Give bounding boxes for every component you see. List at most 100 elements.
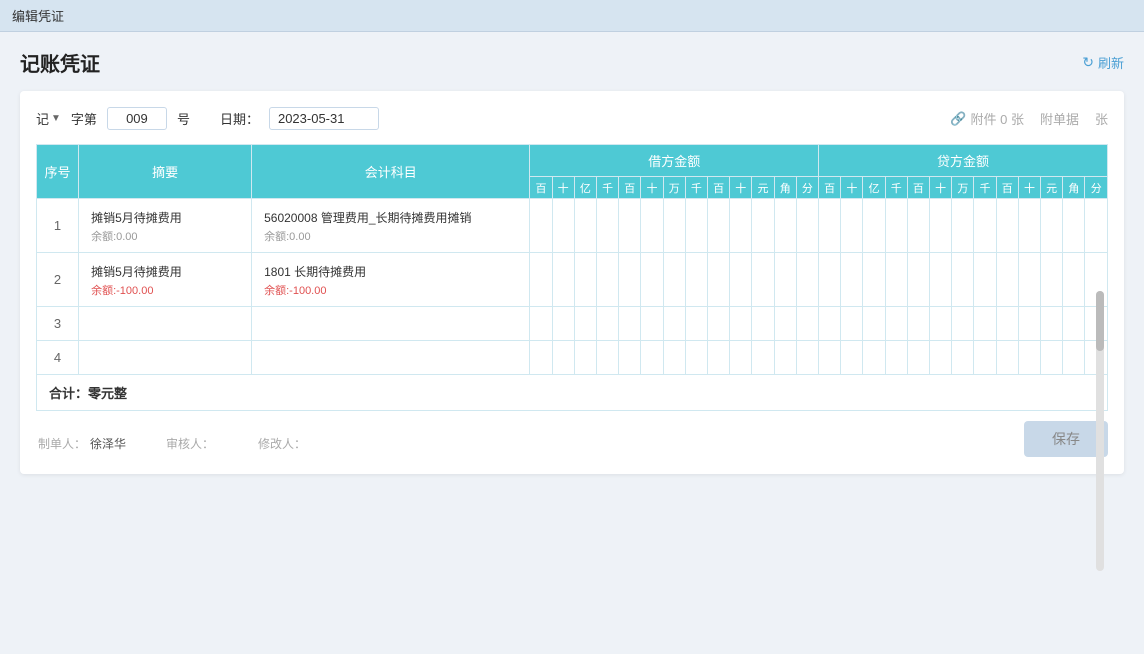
debit-digit-12[interactable] bbox=[796, 341, 818, 375]
credit-digit-2[interactable] bbox=[863, 307, 885, 341]
row-account[interactable]: 1801 长期待摊费用余额:-100.00 bbox=[252, 253, 530, 307]
credit-digit-6[interactable] bbox=[952, 341, 974, 375]
debit-digit-10[interactable] bbox=[752, 253, 774, 307]
attach-single-label[interactable]: 附单据 bbox=[1040, 109, 1079, 128]
credit-digit-5[interactable] bbox=[930, 341, 952, 375]
credit-digit-10[interactable] bbox=[1041, 199, 1063, 253]
credit-digit-11[interactable] bbox=[1063, 199, 1085, 253]
debit-digit-4[interactable] bbox=[619, 341, 641, 375]
voucher-number-input[interactable] bbox=[107, 107, 167, 130]
debit-digit-1[interactable] bbox=[552, 199, 574, 253]
credit-digit-0[interactable] bbox=[819, 199, 841, 253]
row-account[interactable] bbox=[252, 307, 530, 341]
scrollbar-thumb[interactable] bbox=[1096, 291, 1104, 351]
credit-digit-0[interactable] bbox=[819, 253, 841, 307]
credit-digit-8[interactable] bbox=[996, 253, 1018, 307]
debit-digit-0[interactable] bbox=[530, 253, 552, 307]
debit-digit-10[interactable] bbox=[752, 199, 774, 253]
credit-digit-6[interactable] bbox=[952, 199, 974, 253]
debit-digit-8[interactable] bbox=[708, 199, 730, 253]
debit-digit-6[interactable] bbox=[663, 307, 685, 341]
attachment-link[interactable]: 🔗 附件 0 张 bbox=[950, 109, 1024, 128]
refresh-button[interactable]: ↻ 刷新 bbox=[1082, 53, 1124, 72]
credit-digit-7[interactable] bbox=[974, 253, 996, 307]
credit-digit-1[interactable] bbox=[841, 199, 863, 253]
debit-digit-12[interactable] bbox=[796, 199, 818, 253]
credit-digit-8[interactable] bbox=[996, 341, 1018, 375]
credit-digit-4[interactable] bbox=[907, 307, 929, 341]
debit-digit-8[interactable] bbox=[708, 307, 730, 341]
row-summary[interactable] bbox=[79, 307, 252, 341]
debit-digit-11[interactable] bbox=[774, 341, 796, 375]
credit-digit-9[interactable] bbox=[1018, 253, 1040, 307]
debit-digit-2[interactable] bbox=[574, 341, 596, 375]
debit-digit-7[interactable] bbox=[685, 253, 707, 307]
credit-digit-5[interactable] bbox=[930, 199, 952, 253]
debit-digit-3[interactable] bbox=[596, 341, 618, 375]
debit-digit-1[interactable] bbox=[552, 307, 574, 341]
debit-digit-5[interactable] bbox=[641, 341, 663, 375]
debit-digit-9[interactable] bbox=[730, 199, 752, 253]
debit-digit-9[interactable] bbox=[730, 253, 752, 307]
debit-digit-7[interactable] bbox=[685, 341, 707, 375]
credit-digit-0[interactable] bbox=[819, 341, 841, 375]
debit-digit-5[interactable] bbox=[641, 253, 663, 307]
credit-digit-12[interactable] bbox=[1085, 199, 1108, 253]
credit-digit-6[interactable] bbox=[952, 307, 974, 341]
credit-digit-2[interactable] bbox=[863, 341, 885, 375]
credit-digit-3[interactable] bbox=[885, 307, 907, 341]
credit-digit-4[interactable] bbox=[907, 199, 929, 253]
scrollbar[interactable] bbox=[1096, 291, 1104, 571]
credit-digit-9[interactable] bbox=[1018, 199, 1040, 253]
row-summary[interactable] bbox=[79, 341, 252, 375]
credit-digit-7[interactable] bbox=[974, 341, 996, 375]
debit-digit-3[interactable] bbox=[596, 253, 618, 307]
credit-digit-5[interactable] bbox=[930, 253, 952, 307]
credit-digit-7[interactable] bbox=[974, 307, 996, 341]
credit-digit-4[interactable] bbox=[907, 341, 929, 375]
debit-digit-0[interactable] bbox=[530, 307, 552, 341]
debit-digit-0[interactable] bbox=[530, 341, 552, 375]
debit-digit-9[interactable] bbox=[730, 341, 752, 375]
credit-digit-1[interactable] bbox=[841, 253, 863, 307]
debit-digit-5[interactable] bbox=[641, 199, 663, 253]
credit-digit-11[interactable] bbox=[1063, 253, 1085, 307]
credit-digit-8[interactable] bbox=[996, 307, 1018, 341]
credit-digit-3[interactable] bbox=[885, 253, 907, 307]
credit-digit-1[interactable] bbox=[841, 307, 863, 341]
date-input[interactable] bbox=[269, 107, 379, 130]
debit-digit-7[interactable] bbox=[685, 199, 707, 253]
debit-digit-6[interactable] bbox=[663, 253, 685, 307]
debit-digit-4[interactable] bbox=[619, 253, 641, 307]
table-row[interactable]: 3 bbox=[37, 307, 1108, 341]
credit-digit-9[interactable] bbox=[1018, 341, 1040, 375]
debit-digit-4[interactable] bbox=[619, 307, 641, 341]
debit-digit-3[interactable] bbox=[596, 307, 618, 341]
credit-digit-6[interactable] bbox=[952, 253, 974, 307]
table-row[interactable]: 1摊销5月待摊费用余额:0.0056020008 管理费用_长期待摊费用摊销余额… bbox=[37, 199, 1108, 253]
debit-digit-12[interactable] bbox=[796, 253, 818, 307]
credit-digit-8[interactable] bbox=[996, 199, 1018, 253]
debit-digit-11[interactable] bbox=[774, 307, 796, 341]
debit-digit-2[interactable] bbox=[574, 199, 596, 253]
credit-digit-10[interactable] bbox=[1041, 307, 1063, 341]
credit-digit-1[interactable] bbox=[841, 341, 863, 375]
credit-digit-4[interactable] bbox=[907, 253, 929, 307]
debit-digit-10[interactable] bbox=[752, 341, 774, 375]
debit-digit-11[interactable] bbox=[774, 199, 796, 253]
debit-digit-8[interactable] bbox=[708, 341, 730, 375]
debit-digit-1[interactable] bbox=[552, 253, 574, 307]
debit-digit-10[interactable] bbox=[752, 307, 774, 341]
credit-digit-2[interactable] bbox=[863, 199, 885, 253]
debit-digit-2[interactable] bbox=[574, 307, 596, 341]
credit-digit-3[interactable] bbox=[885, 341, 907, 375]
table-row[interactable]: 2摊销5月待摊费用余额:-100.001801 长期待摊费用余额:-100.00 bbox=[37, 253, 1108, 307]
ji-dropdown[interactable]: 记 ▼ bbox=[36, 109, 61, 128]
credit-digit-2[interactable] bbox=[863, 253, 885, 307]
credit-digit-9[interactable] bbox=[1018, 307, 1040, 341]
debit-digit-4[interactable] bbox=[619, 199, 641, 253]
debit-digit-1[interactable] bbox=[552, 341, 574, 375]
debit-digit-6[interactable] bbox=[663, 341, 685, 375]
credit-digit-0[interactable] bbox=[819, 307, 841, 341]
credit-digit-5[interactable] bbox=[930, 307, 952, 341]
